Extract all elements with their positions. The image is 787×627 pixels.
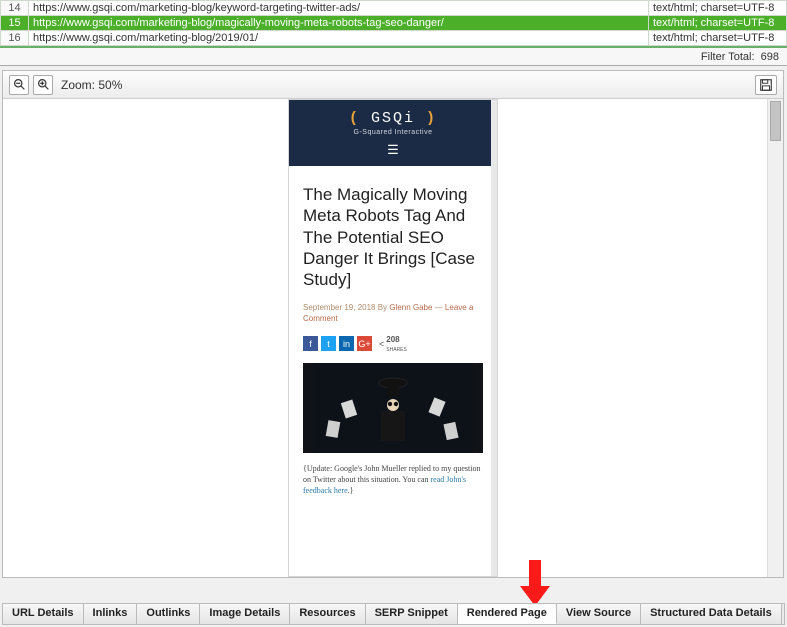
viewer-body: ( GSQi ) G-Squared Interactive ☰ The Mag… bbox=[3, 99, 783, 577]
linkedin-icon[interactable]: in bbox=[339, 336, 354, 351]
article-body: The Magically Moving Meta Robots Tag And… bbox=[289, 166, 497, 504]
article-meta: September 19, 2018 By Glenn Gabe — Leave… bbox=[303, 302, 483, 324]
viewer-scrollbar[interactable] bbox=[767, 99, 783, 577]
zoom-in-button[interactable] bbox=[33, 75, 53, 95]
scrollbar-thumb[interactable] bbox=[770, 101, 781, 141]
social-row: f t in G+ < 208 SHARES bbox=[303, 335, 483, 353]
zoom-out-button[interactable] bbox=[9, 75, 29, 95]
tab-inlinks[interactable]: Inlinks bbox=[84, 604, 138, 624]
url-cell[interactable]: https://www.gsqi.com/marketing-blog/magi… bbox=[29, 16, 649, 31]
logo-subtitle: G-Squared Interactive bbox=[289, 129, 497, 136]
facebook-icon[interactable]: f bbox=[303, 336, 318, 351]
tab-resources[interactable]: Resources bbox=[290, 604, 365, 624]
filter-total-bar: Filter Total: 698 bbox=[0, 46, 787, 66]
logo-text: GSQi bbox=[371, 110, 415, 127]
filter-label: Filter Total: bbox=[701, 51, 755, 63]
viewer-toolbar: Zoom: 50% bbox=[3, 71, 783, 99]
row-number: 14 bbox=[1, 1, 29, 16]
tab-rendered-page[interactable]: Rendered Page bbox=[458, 604, 557, 624]
tab-url-details[interactable]: URL Details bbox=[3, 604, 84, 624]
row-number: 15 bbox=[1, 16, 29, 31]
filter-count: 698 bbox=[761, 51, 779, 63]
table-row[interactable]: 15https://www.gsqi.com/marketing-blog/ma… bbox=[1, 16, 787, 31]
tab-view-source[interactable]: View Source bbox=[557, 604, 641, 624]
table-row[interactable]: 14https://www.gsqi.com/marketing-blog/ke… bbox=[1, 1, 787, 16]
twitter-icon[interactable]: t bbox=[321, 336, 336, 351]
annotation-arrow-down-icon bbox=[520, 560, 550, 606]
meta-date: September 19, 2018 bbox=[303, 303, 376, 312]
share-label: SHARES bbox=[386, 347, 407, 353]
url-cell[interactable]: https://www.gsqi.com/marketing-blog/keyw… bbox=[29, 1, 649, 16]
content-type-cell: text/html; charset=UTF-8 bbox=[649, 16, 787, 31]
zoom-label: Zoom: 50% bbox=[61, 78, 122, 92]
meta-author[interactable]: Glenn Gabe bbox=[389, 303, 432, 312]
site-logo: ( GSQi ) bbox=[289, 110, 497, 127]
table-row[interactable]: 16https://www.gsqi.com/marketing-blog/20… bbox=[1, 31, 787, 46]
tab-outlinks[interactable]: Outlinks bbox=[137, 604, 200, 624]
update-note: {Update: Google's John Mueller replied t… bbox=[303, 463, 483, 497]
row-number: 16 bbox=[1, 31, 29, 46]
content-type-cell: text/html; charset=UTF-8 bbox=[649, 1, 787, 16]
url-table: 14https://www.gsqi.com/marketing-blog/ke… bbox=[0, 0, 787, 46]
share-icon: < bbox=[379, 339, 384, 349]
meta-dash: — bbox=[435, 303, 443, 312]
tab-serp-snippet[interactable]: SERP Snippet bbox=[366, 604, 458, 624]
update-suffix: .} bbox=[348, 486, 354, 495]
bottom-tabs: URL DetailsInlinksOutlinksImage DetailsR… bbox=[2, 603, 785, 625]
site-header: ( GSQi ) G-Squared Interactive ☰ bbox=[289, 100, 497, 166]
tab-image-details[interactable]: Image Details bbox=[200, 604, 290, 624]
meta-by: By bbox=[378, 303, 387, 312]
article-headline: The Magically Moving Meta Robots Tag And… bbox=[303, 184, 483, 290]
url-cell[interactable]: https://www.gsqi.com/marketing-blog/2019… bbox=[29, 31, 649, 46]
hamburger-icon[interactable]: ☰ bbox=[289, 142, 497, 158]
share-count: < 208 SHARES bbox=[379, 335, 407, 353]
tab-structured-data-details[interactable]: Structured Data Details bbox=[641, 604, 782, 624]
save-button[interactable] bbox=[755, 75, 777, 95]
googleplus-icon[interactable]: G+ bbox=[357, 336, 372, 351]
rendered-page-preview: ( GSQi ) G-Squared Interactive ☰ The Mag… bbox=[288, 99, 498, 577]
render-viewer: Zoom: 50% ( GSQi ) G-Squared Interactive… bbox=[2, 70, 784, 578]
hero-image bbox=[303, 363, 483, 453]
share-number: 208 bbox=[386, 335, 399, 344]
preview-scrollbar[interactable] bbox=[491, 100, 497, 576]
content-type-cell: text/html; charset=UTF-8 bbox=[649, 31, 787, 46]
